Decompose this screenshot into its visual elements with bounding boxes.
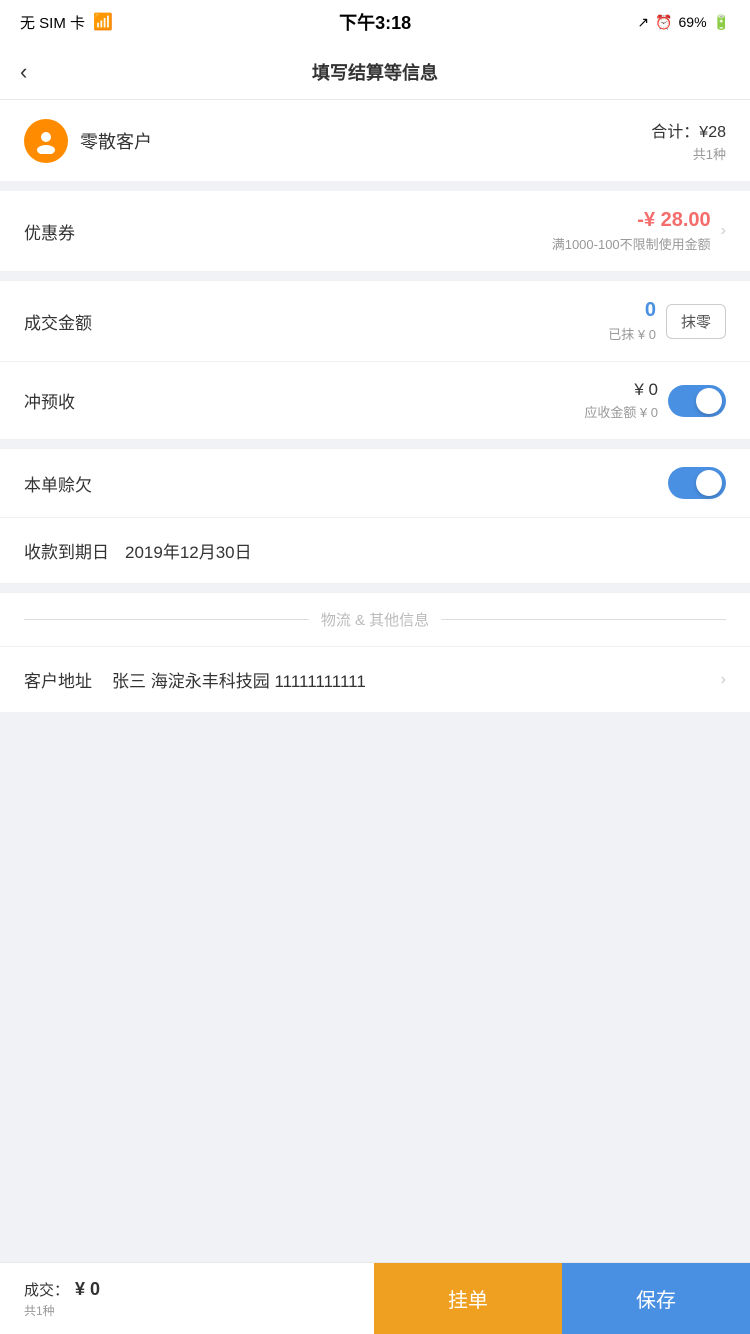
bottom-transaction: 成交： ¥ 0 — [24, 1279, 350, 1300]
customer-left: 零散客户 — [24, 119, 152, 163]
battery-icon: 🔋 — [713, 14, 730, 31]
transaction-section: 成交金额 0 已抹 ¥ 0 抹零 冲预收 ¥ 0 应收金额 ¥ 0 — [0, 281, 750, 439]
customer-row: 零散客户 合计：¥28 共1种 — [0, 100, 750, 181]
prepayment-row: 冲预收 ¥ 0 应收金额 ¥ 0 — [0, 361, 750, 439]
debt-right — [668, 467, 726, 499]
battery-text: 69% — [679, 14, 707, 30]
debt-label: 本单赊欠 — [24, 471, 104, 496]
bottom-bar: 成交： ¥ 0 共1种 挂单 保存 — [0, 1262, 750, 1334]
address-value: 张三 海淀永丰科技园 11111111111 — [112, 667, 721, 692]
prepayment-toggle[interactable] — [668, 385, 726, 417]
nav-bar: ‹ 填写结算等信息 — [0, 44, 750, 100]
prepayment-label: 冲预收 — [24, 388, 104, 413]
due-date-value: 2019年12月30日 — [125, 538, 252, 563]
prepayment-value-group: ¥ 0 应收金额 ¥ 0 — [584, 380, 658, 421]
transaction-amount-row: 成交金额 0 已抹 ¥ 0 抹零 — [0, 281, 750, 361]
debt-section: 本单赊欠 收款到期日 2019年12月30日 — [0, 449, 750, 583]
customer-count: 共1种 — [651, 144, 726, 163]
pending-button[interactable]: 挂单 — [374, 1263, 562, 1334]
back-button[interactable]: ‹ — [20, 59, 27, 85]
carrier-text: 无 SIM 卡 — [20, 12, 85, 33]
customer-section: 零散客户 合计：¥28 共1种 — [0, 100, 750, 181]
bottom-count: 共1种 — [24, 1302, 350, 1319]
prepayment-value: ¥ 0 — [584, 380, 658, 400]
debt-row: 本单赊欠 — [0, 449, 750, 517]
transaction-right: 0 已抹 ¥ 0 抹零 — [608, 299, 726, 343]
prepayment-right: ¥ 0 应收金额 ¥ 0 — [584, 380, 726, 421]
logistics-section: 物流 & 其他信息 客户地址 张三 海淀永丰科技园 11111111111 › — [0, 593, 750, 712]
prepayment-toggle-knob — [696, 388, 722, 414]
address-chevron-icon: › — [721, 671, 726, 689]
avatar — [24, 119, 68, 163]
coupon-right: -¥ 28.00 满1000-100不限制使用金额 › — [552, 209, 726, 253]
save-button[interactable]: 保存 — [562, 1263, 750, 1334]
logistics-header: 物流 & 其他信息 — [0, 593, 750, 646]
customer-total: 合计：¥28 — [651, 118, 726, 142]
customer-name: 零散客户 — [80, 128, 152, 154]
status-left: 无 SIM 卡 📶 — [20, 12, 113, 33]
address-label: 客户地址 — [24, 667, 92, 692]
transaction-value: 0 — [608, 299, 656, 322]
coupon-value-group: -¥ 28.00 满1000-100不限制使用金额 — [552, 209, 711, 253]
due-date-label: 收款到期日 — [24, 538, 109, 563]
debt-toggle-knob — [696, 470, 722, 496]
status-bar: 无 SIM 卡 📶 下午3:18 ↗ ⏰ 69% 🔋 — [0, 0, 750, 44]
transaction-value-group: 0 已抹 ¥ 0 — [608, 299, 656, 343]
coupon-label: 优惠券 — [24, 219, 104, 244]
coupon-section: 优惠券 -¥ 28.00 满1000-100不限制使用金额 › — [0, 191, 750, 271]
bottom-transaction-amount: ¥ 0 — [75, 1279, 100, 1300]
coupon-sub: 满1000-100不限制使用金额 — [552, 234, 711, 253]
coupon-row[interactable]: 优惠券 -¥ 28.00 满1000-100不限制使用金额 › — [0, 191, 750, 271]
logistics-title: 物流 & 其他信息 — [321, 609, 429, 630]
status-time: 下午3:18 — [339, 9, 411, 35]
location-icon: ↗ — [637, 14, 649, 31]
prepayment-sub: 应收金额 ¥ 0 — [584, 402, 658, 421]
wifi-icon: 📶 — [93, 12, 113, 32]
coupon-discount: -¥ 28.00 — [552, 209, 711, 232]
status-right: ↗ ⏰ 69% 🔋 — [637, 14, 730, 31]
page-title: 填写结算等信息 — [312, 59, 438, 85]
debt-toggle[interactable] — [668, 467, 726, 499]
round-zero-button[interactable]: 抹零 — [666, 304, 726, 339]
alarm-icon: ⏰ — [655, 14, 672, 31]
coupon-chevron-icon: › — [721, 222, 726, 240]
address-row[interactable]: 客户地址 张三 海淀永丰科技园 11111111111 › — [0, 646, 750, 712]
due-date-row: 收款到期日 2019年12月30日 — [0, 517, 750, 583]
transaction-label: 成交金额 — [24, 309, 104, 334]
transaction-sub: 已抹 ¥ 0 — [608, 324, 656, 343]
bottom-transaction-label: 成交： — [24, 1279, 69, 1300]
customer-right: 合计：¥28 共1种 — [651, 118, 726, 163]
empty-space — [0, 722, 750, 922]
bottom-info: 成交： ¥ 0 共1种 — [0, 1279, 374, 1319]
